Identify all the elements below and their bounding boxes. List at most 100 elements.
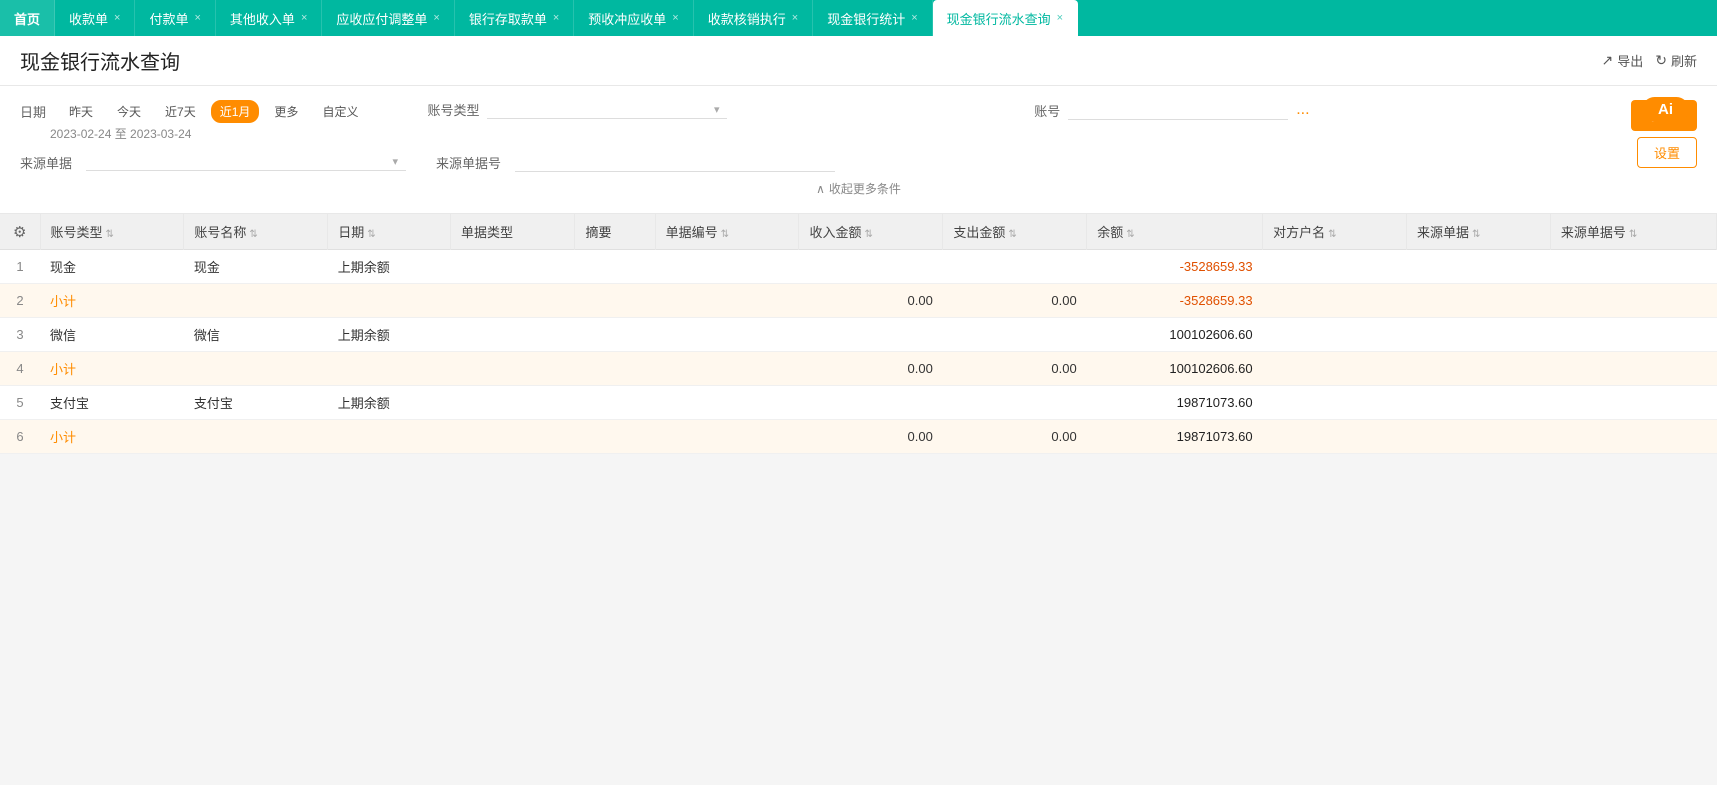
nav-tab-应收应付调整单[interactable]: 应收应付调整单×: [322, 0, 454, 36]
cell-counterpart: [1263, 386, 1407, 420]
date-btn-更多[interactable]: 更多: [265, 100, 307, 123]
cell-balance: -3528659.33: [1087, 250, 1263, 284]
sort-icon-source-doc: ⇅: [1472, 229, 1480, 240]
cell-balance: 100102606.60: [1087, 318, 1263, 352]
cell-income: 0.00: [799, 284, 943, 318]
table-col-expense[interactable]: 支出金额⇅: [943, 214, 1087, 250]
date-btn-昨天[interactable]: 昨天: [60, 100, 102, 123]
tab-close-icon[interactable]: ×: [553, 12, 559, 24]
cell-source-doc: [1406, 250, 1550, 284]
nav-tab-付款单[interactable]: 付款单×: [135, 0, 215, 36]
date-label: 日期: [20, 102, 46, 121]
table-col-account-name[interactable]: 账号名称⇅: [184, 214, 328, 250]
cell-doc-no: [655, 352, 799, 386]
nav-home[interactable]: 首页: [0, 0, 55, 36]
filter-row2: 来源单据 ▾ 来源单据号: [20, 152, 1611, 172]
tab-close-icon[interactable]: ×: [114, 12, 120, 24]
table-wrap: ⚙ 账号类型⇅ 账号名称⇅ 日期⇅ 单据类型 摘要 单据编号⇅: [0, 214, 1717, 454]
source-doc-select[interactable]: ▾: [86, 153, 406, 171]
collapse-bar[interactable]: ∧ 收起更多条件: [20, 176, 1697, 203]
cell-source-doc-no: [1550, 420, 1716, 454]
cell-source-doc-no: [1550, 250, 1716, 284]
date-buttons: 昨天今天近7天近1月更多自定义: [60, 100, 367, 123]
table-col-source-doc-no[interactable]: 来源单据号⇅: [1550, 214, 1716, 250]
source-doc-arrow-icon: ▾: [392, 155, 398, 168]
cell-account-type: 小计: [40, 284, 184, 318]
cell-summary: [575, 318, 655, 352]
cell-account-type: 微信: [40, 318, 184, 352]
account-dots[interactable]: ...: [1296, 101, 1309, 119]
cell-account-name: [184, 420, 328, 454]
table-col-counterpart[interactable]: 对方户名⇅: [1263, 214, 1407, 250]
ai-button[interactable]: Ai: [1642, 97, 1689, 122]
nav-tab-收款核销执行[interactable]: 收款核销执行×: [694, 0, 813, 36]
cell-summary: [575, 420, 655, 454]
sort-icon-date: ⇅: [367, 229, 375, 240]
cell-seq: 4: [0, 352, 40, 386]
table-col-summary[interactable]: 摘要: [575, 214, 655, 250]
date-btn-自定义[interactable]: 自定义: [313, 100, 367, 123]
cell-account-type: 小计: [40, 420, 184, 454]
source-doc-no-input-wrap: [515, 152, 835, 172]
table-col-source-doc[interactable]: 来源单据⇅: [1406, 214, 1550, 250]
main-table: ⚙ 账号类型⇅ 账号名称⇅ 日期⇅ 单据类型 摘要 单据编号⇅: [0, 214, 1717, 454]
date-btn-近7天[interactable]: 近7天: [156, 100, 205, 123]
nav-tab-现金银行统计[interactable]: 现金银行统计×: [813, 0, 932, 36]
table-col-doc-no[interactable]: 单据编号⇅: [655, 214, 799, 250]
sort-icon-account-name: ⇅: [249, 229, 257, 240]
table-col-gear[interactable]: ⚙: [0, 214, 40, 250]
cell-source-doc: [1406, 284, 1550, 318]
date-btn-近1月[interactable]: 近1月: [211, 100, 260, 123]
account-type-select[interactable]: ▾: [487, 101, 727, 119]
table-row: 3 微信 微信 上期余额 100102606.60: [0, 318, 1717, 352]
cell-date: [328, 352, 451, 386]
table-col-income[interactable]: 收入金额⇅: [799, 214, 943, 250]
tab-close-icon[interactable]: ×: [433, 12, 439, 24]
header-actions: ↗ 导出 ↻ 刷新: [1602, 51, 1698, 70]
export-button[interactable]: ↗ 导出: [1602, 51, 1644, 70]
table-row: 2 小计 0.00 0.00 -3528659.33: [0, 284, 1717, 318]
cell-source-doc: [1406, 318, 1550, 352]
gear-icon: ⚙: [13, 224, 26, 241]
nav-tab-银行存取款单[interactable]: 银行存取款单×: [455, 0, 574, 36]
cell-doc-no: [655, 250, 799, 284]
cell-expense: 0.00: [943, 352, 1087, 386]
collapse-icon: ∧: [816, 182, 825, 196]
cell-doc-no: [655, 318, 799, 352]
cell-summary: [575, 250, 655, 284]
nav-tab-其他收入单[interactable]: 其他收入单×: [216, 0, 322, 36]
cell-expense: [943, 318, 1087, 352]
nav-tab-收款单[interactable]: 收款单×: [55, 0, 135, 36]
sort-icon-expense: ⇅: [1008, 229, 1016, 240]
cell-counterpart: [1263, 352, 1407, 386]
tab-close-icon[interactable]: ×: [792, 12, 798, 24]
tab-close-icon[interactable]: ×: [911, 12, 917, 24]
date-range: 2023-02-24 至 2023-03-24: [50, 125, 367, 142]
settings-button[interactable]: 设置: [1637, 137, 1697, 168]
account-input[interactable]: [1072, 102, 1284, 117]
account-group: 账号 ...: [1034, 100, 1611, 120]
cell-seq: 2: [0, 284, 40, 318]
table-col-account-type[interactable]: 账号类型⇅: [40, 214, 184, 250]
refresh-button[interactable]: ↻ 刷新: [1655, 51, 1697, 70]
account-type-arrow-icon: ▾: [714, 103, 720, 116]
cell-account-type: 小计: [40, 352, 184, 386]
account-input-wrap: [1068, 100, 1288, 120]
tab-close-icon[interactable]: ×: [672, 12, 678, 24]
cell-seq: 5: [0, 386, 40, 420]
source-doc-no-input[interactable]: [519, 154, 831, 169]
cell-balance: -3528659.33: [1087, 284, 1263, 318]
sort-icon-source-doc-no: ⇅: [1629, 229, 1637, 240]
cell-doc-no: [655, 420, 799, 454]
date-btn-今天[interactable]: 今天: [108, 100, 150, 123]
cell-doc-type: [451, 420, 575, 454]
table-col-balance[interactable]: 余额⇅: [1087, 214, 1263, 250]
tab-close-icon[interactable]: ×: [194, 12, 200, 24]
cell-balance: 19871073.60: [1087, 420, 1263, 454]
tab-close-icon[interactable]: ×: [1057, 12, 1063, 24]
tab-close-icon[interactable]: ×: [301, 12, 307, 24]
table-col-doc-type[interactable]: 单据类型: [451, 214, 575, 250]
nav-tab-现金银行流水查询[interactable]: 现金银行流水查询×: [933, 0, 1078, 36]
nav-tab-预收冲应收单[interactable]: 预收冲应收单×: [574, 0, 693, 36]
table-col-date[interactable]: 日期⇅: [328, 214, 451, 250]
